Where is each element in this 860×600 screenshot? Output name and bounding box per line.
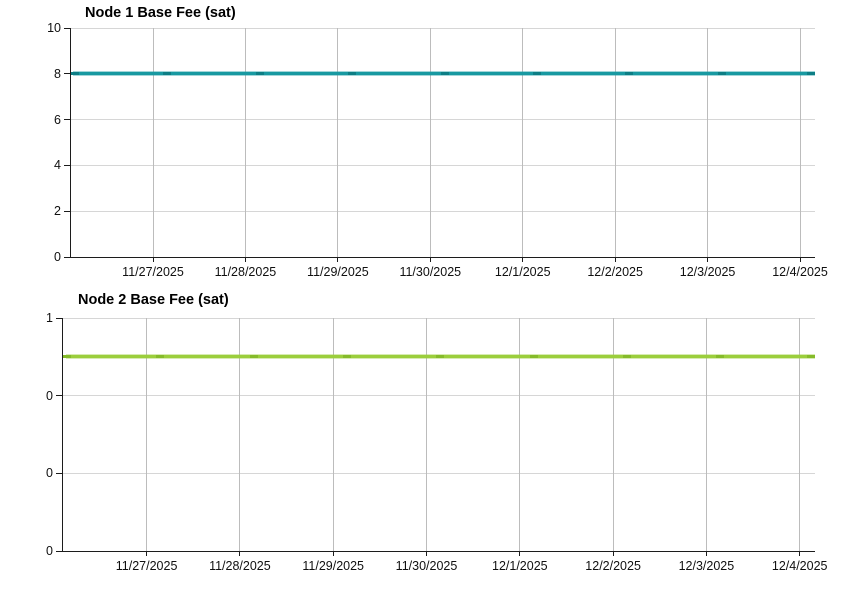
data-point-marker: [163, 72, 172, 76]
x-axis-tick: [337, 257, 339, 262]
data-point-marker: [717, 72, 726, 76]
y-tick-label: 2: [54, 204, 61, 219]
x-axis-tick: [799, 257, 801, 262]
data-point-marker: [436, 355, 445, 359]
y-tick-label: 0: [46, 388, 53, 403]
data-point-marker: [807, 72, 815, 76]
y-tick-label: 1: [46, 311, 53, 325]
vertical-gridline: [425, 318, 427, 551]
y-axis-tick: [56, 550, 62, 552]
data-point-marker: [622, 355, 631, 359]
x-tick-label: 11/27/2025: [122, 265, 184, 279]
x-axis-tick: [614, 257, 616, 262]
x-axis-tick: [799, 551, 801, 556]
x-axis-tick: [612, 551, 614, 556]
chart-title-node1: Node 1 Base Fee (sat): [85, 5, 236, 21]
data-point-marker: [255, 72, 264, 76]
plot-area-node1: 10 8 6 4 2 0 11/27/2025 11/28/2025 11/29/2025 11/…: [47, 21, 828, 279]
data-point-marker: [249, 355, 258, 359]
x-tick-label: 12/3/2025: [678, 559, 735, 573]
x-tick-label: 11/30/2025: [395, 559, 458, 573]
x-axis-tick: [707, 257, 709, 262]
y-tick-label: 0: [46, 466, 53, 481]
y-axis-tick: [64, 27, 70, 29]
x-axis-tick: [705, 551, 707, 556]
charts-canvas: Node 1 Base Fee (sat) 10 8 6 4 2 0 11/27/2025 1…: [0, 0, 860, 600]
vertical-gridline: [799, 318, 801, 551]
plot-area-node2: 1 0 0 0 11/27/2025 11/28/2025 11/29/2025 11/30/…: [46, 311, 827, 573]
data-point-marker: [348, 72, 357, 76]
x-tick-label: 12/3/2025: [679, 265, 736, 279]
x-tick-label: 12/4/2025: [772, 265, 828, 279]
x-axis-tick: [429, 257, 431, 262]
vertical-gridline: [612, 318, 614, 551]
data-point-marker: [63, 355, 71, 359]
vertical-gridline: [519, 318, 521, 551]
vertical-gridline: [705, 318, 707, 551]
vertical-gridline: [522, 28, 524, 257]
data-point-marker: [342, 355, 351, 359]
horizontal-gridline: [71, 210, 815, 212]
vertical-gridline: [244, 28, 246, 257]
horizontal-gridline: [71, 27, 815, 29]
x-tick-label: 11/28/2025: [209, 559, 271, 573]
vertical-gridline: [239, 318, 241, 551]
y-tick-label: 0: [46, 544, 53, 558]
x-axis-tick: [239, 551, 241, 556]
y-axis-tick: [64, 210, 70, 212]
x-axis-tick: [244, 257, 246, 262]
x-tick-label: 11/30/2025: [399, 265, 462, 279]
vertical-gridline: [429, 28, 431, 257]
x-tick-label: 11/27/2025: [115, 559, 178, 573]
horizontal-gridline: [63, 395, 815, 397]
y-axis-tick: [64, 73, 70, 75]
horizontal-gridline: [71, 164, 815, 166]
y-tick-label: 6: [54, 112, 61, 127]
vertical-gridline: [707, 28, 709, 257]
x-tick-label: 11/28/2025: [214, 265, 277, 279]
vertical-gridline: [799, 28, 801, 257]
vertical-gridline: [337, 28, 339, 257]
x-tick-label: 12/1/2025: [494, 265, 551, 279]
data-point-marker: [533, 72, 541, 76]
x-axis-tick: [152, 257, 154, 262]
y-tick-label: 10: [47, 21, 61, 35]
x-axis-tick: [146, 551, 148, 556]
horizontal-gridline: [71, 119, 815, 121]
data-point-marker: [440, 72, 449, 76]
data-point-marker: [156, 355, 165, 359]
y-axis-tick: [64, 119, 70, 121]
y-tick-label: 0: [54, 250, 61, 264]
chart-title-node2: Node 2 Base Fee (sat): [78, 292, 229, 308]
data-point-marker: [807, 355, 815, 359]
vertical-gridline: [146, 318, 148, 551]
horizontal-gridline: [63, 472, 815, 474]
x-axis-tick: [425, 551, 427, 556]
y-axis-tick: [64, 164, 70, 166]
data-point-marker: [529, 355, 538, 359]
x-tick-label: 12/1/2025: [491, 559, 548, 573]
data-point-marker: [625, 72, 634, 76]
data-point-marker: [716, 355, 725, 359]
vertical-gridline: [614, 28, 616, 257]
y-axis-tick: [56, 395, 62, 397]
data-point-marker: [71, 72, 79, 76]
x-tick-label: 12/2/2025: [587, 265, 643, 279]
x-tick-label: 12/4/2025: [771, 559, 828, 573]
x-tick-label: 11/29/2025: [307, 265, 369, 279]
y-tick-label: 8: [54, 66, 61, 81]
horizontal-gridline: [63, 317, 815, 319]
y-tick-label: 4: [54, 158, 61, 173]
x-axis-tick: [522, 257, 524, 262]
x-tick-label: 11/29/2025: [302, 559, 365, 573]
x-tick-label: 12/2/2025: [585, 559, 641, 573]
vertical-gridline: [152, 28, 154, 257]
y-axis-tick: [56, 317, 62, 319]
x-axis-tick: [519, 551, 521, 556]
x-axis-tick: [332, 551, 334, 556]
y-axis-tick: [56, 472, 62, 474]
y-axis-tick: [64, 256, 70, 258]
vertical-gridline: [332, 318, 334, 551]
